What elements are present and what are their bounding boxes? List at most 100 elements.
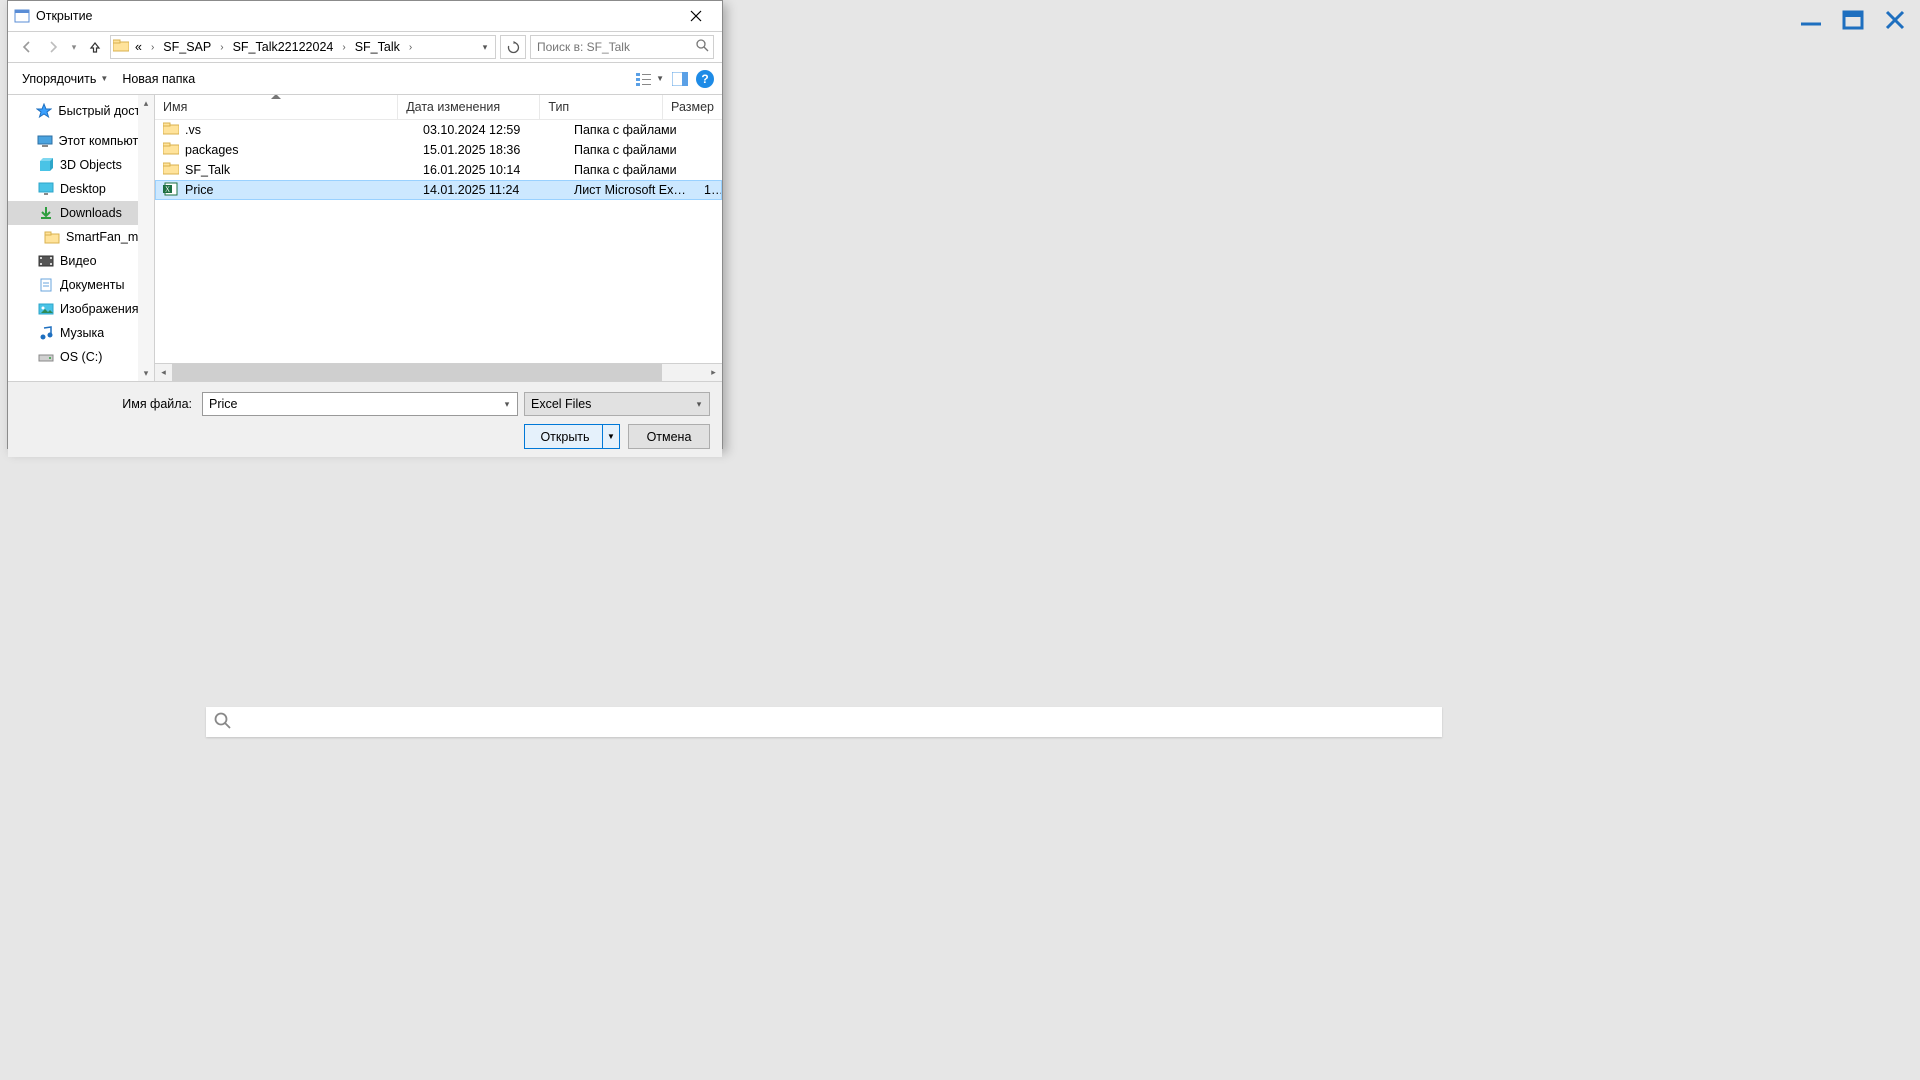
file-date: 03.10.2024 12:59 (415, 123, 566, 137)
address-dropdown[interactable]: ▾ (477, 42, 493, 53)
file-type: Папка с файлами (566, 123, 696, 137)
titlebar[interactable]: Открытие (8, 1, 722, 31)
sidebar-scrollbar[interactable]: ▴ ▾ (138, 95, 154, 381)
sidebar-item[interactable]: Desktop (8, 177, 138, 201)
sidebar-item[interactable]: Этот компьютер (8, 129, 138, 153)
help-button[interactable]: ? (696, 70, 714, 88)
nav-history-dropdown[interactable]: ▾ (68, 36, 80, 58)
chevron-right-icon[interactable]: › (339, 42, 348, 53)
chevron-right-icon[interactable]: › (406, 42, 415, 53)
file-row[interactable]: XPrice14.01.2025 11:24Лист Microsoft Ex…… (155, 180, 722, 200)
folder-icon (163, 142, 179, 158)
preview-pane-button[interactable] (672, 72, 688, 86)
open-split-dropdown[interactable]: ▼ (602, 425, 619, 448)
file-type: Папка с файлами (566, 143, 696, 157)
chevron-right-icon[interactable]: › (217, 42, 226, 53)
filename-input[interactable] (203, 393, 517, 415)
scroll-left-icon[interactable]: ◂ (155, 364, 172, 381)
column-type-label: Тип (548, 100, 569, 114)
search-icon (696, 39, 709, 55)
file-date: 14.01.2025 11:24 (415, 183, 566, 197)
file-size: 15 (696, 183, 722, 197)
desktop-icon (38, 181, 54, 197)
cancel-button-label: Отмена (647, 430, 692, 444)
organize-menu[interactable]: Упорядочить ▼ (16, 69, 114, 89)
file-row[interactable]: packages 15.01.2025 18:36Папка с файлами (155, 140, 722, 160)
search-input[interactable] (531, 36, 713, 58)
file-row[interactable]: .vs 03.10.2024 12:59Папка с файлами (155, 120, 722, 140)
dialog-title: Открытие (36, 9, 93, 23)
scroll-thumb[interactable] (172, 364, 662, 381)
folder-icon (163, 162, 179, 178)
file-type: Папка с файлами (566, 163, 696, 177)
filename-combo[interactable]: ▾ (202, 392, 518, 416)
filetype-combo[interactable]: Excel Files ▾ (524, 392, 710, 416)
file-name: .vs (185, 123, 201, 137)
horizontal-scrollbar[interactable]: ◂ ▸ (155, 363, 722, 381)
scroll-up-icon[interactable]: ▴ (138, 95, 154, 111)
sidebar-item[interactable]: Downloads (8, 201, 138, 225)
breadcrumb-overflow[interactable]: « (133, 40, 144, 54)
breadcrumb-item[interactable]: SF_Talk (353, 40, 402, 54)
sidebar-item-label: Downloads (60, 206, 122, 220)
breadcrumb-item[interactable]: SF_SAP (161, 40, 213, 54)
app-minimize-button[interactable] (1796, 8, 1826, 32)
sidebar-item[interactable]: SmartFan_mainF (8, 225, 138, 249)
sidebar-item[interactable]: Музыка (8, 321, 138, 345)
file-row[interactable]: SF_Talk16.01.2025 10:14Папка с файлами (155, 160, 722, 180)
sidebar-item-label: SmartFan_mainF (66, 230, 138, 244)
sidebar-item[interactable]: OS (C:) (8, 345, 138, 369)
quick-icon (36, 103, 52, 119)
pc-icon (37, 133, 53, 149)
column-name[interactable]: Имя (155, 95, 398, 119)
nav-back-button[interactable] (16, 36, 38, 58)
column-size[interactable]: Размер (663, 95, 722, 119)
nav-up-button[interactable] (84, 36, 106, 58)
refresh-button[interactable] (500, 35, 526, 59)
chevron-right-icon[interactable]: › (148, 42, 157, 53)
filetype-value: Excel Files (531, 397, 591, 411)
sidebar-item-label: Desktop (60, 182, 106, 196)
breadcrumb-item[interactable]: SF_Talk22122024 (231, 40, 336, 54)
video-icon (38, 253, 54, 269)
sidebar-item[interactable]: Изображения (8, 297, 138, 321)
app-close-button[interactable] (1880, 8, 1910, 32)
sidebar-item[interactable]: Быстрый доступ (8, 99, 138, 123)
sidebar-item[interactable]: Видео (8, 249, 138, 273)
chevron-down-icon[interactable]: ▾ (691, 399, 707, 410)
sidebar-item-label: Быстрый доступ (58, 104, 138, 118)
downloads-icon (38, 205, 54, 221)
navigation-pane: Быстрый доступ Этот компьютер3D Objects De… (8, 95, 155, 381)
file-type: Лист Microsoft Ex… (566, 183, 696, 197)
cancel-button[interactable]: Отмена (628, 424, 710, 449)
app-maximize-button[interactable] (1838, 8, 1868, 32)
new-folder-button[interactable]: Новая папка (116, 69, 201, 89)
address-bar[interactable]: « › SF_SAP › SF_Talk22122024 › SF_Talk ›… (110, 35, 496, 59)
column-size-label: Размер (671, 100, 714, 114)
scroll-right-icon[interactable]: ▸ (705, 364, 722, 381)
chevron-down-icon[interactable]: ▾ (499, 399, 515, 410)
folder-icon (113, 39, 129, 55)
dialog-icon (14, 8, 30, 24)
sidebar-item[interactable]: Документы (8, 273, 138, 297)
new-folder-label: Новая папка (122, 72, 195, 86)
scroll-down-icon[interactable]: ▾ (138, 365, 154, 381)
change-view-button[interactable]: ▼ (636, 72, 664, 86)
organize-label: Упорядочить (22, 72, 96, 86)
dialog-close-button[interactable] (674, 2, 718, 30)
open-button[interactable]: Открыть ▼ (524, 424, 620, 449)
help-glyph: ? (701, 72, 708, 86)
file-name: packages (185, 143, 239, 157)
search-box[interactable] (530, 35, 714, 59)
nav-forward-button[interactable] (42, 36, 64, 58)
sidebar-item[interactable]: 3D Objects (8, 153, 138, 177)
sidebar-item-label: Видео (60, 254, 97, 268)
column-type[interactable]: Тип (540, 95, 663, 119)
column-date[interactable]: Дата изменения (398, 95, 540, 119)
search-icon (214, 712, 232, 733)
app-search-bar[interactable] (206, 707, 1442, 737)
sidebar-item-label: Документы (60, 278, 124, 292)
sidebar-item-label: OS (C:) (60, 350, 102, 364)
drive-icon (38, 349, 54, 365)
file-date: 15.01.2025 18:36 (415, 143, 566, 157)
